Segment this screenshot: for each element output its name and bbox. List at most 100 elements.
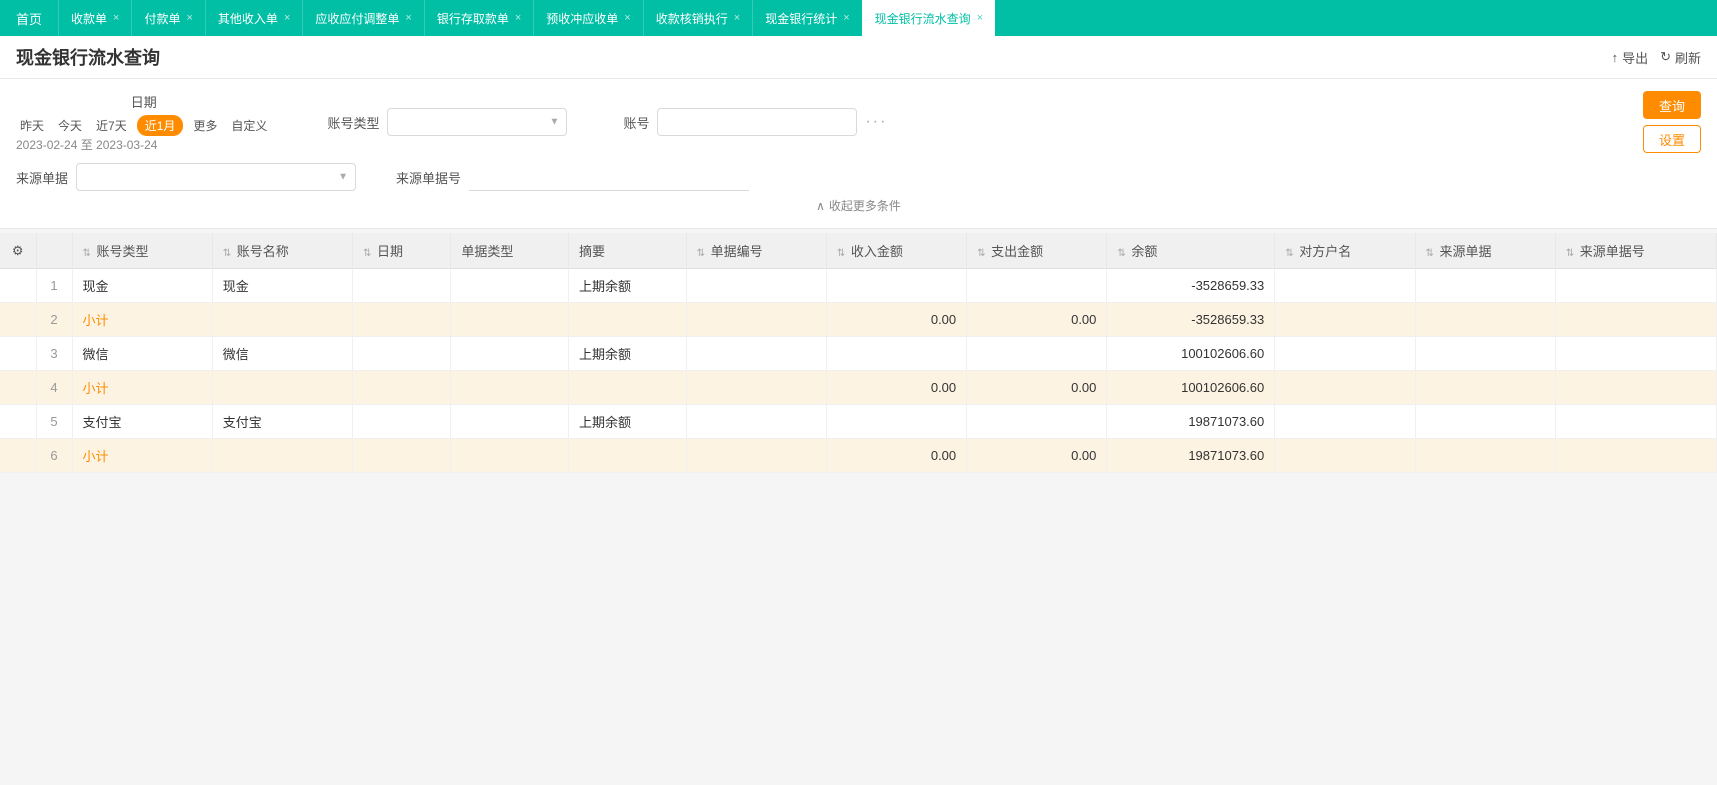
close-tab-cash-bank-flow[interactable]: × [977,12,983,24]
date-filter-options: 昨天 今天 近7天 近1月 更多 自定义 2023-02-24 至 2023-0… [16,115,271,153]
row-balance: 100102606.60 [1107,371,1275,405]
account-type-label: 账号类型 [327,113,379,132]
sort-icon-account-name: ⇅ [223,248,231,259]
date-btn-custom[interactable]: 自定义 [227,115,271,136]
th-doc-type[interactable]: 单据类型 [451,233,569,269]
th-source-doc[interactable]: ⇅ 来源单据 [1415,233,1555,269]
th-account-type[interactable]: ⇅ 账号类型 [72,233,212,269]
close-tab-receipt-verify[interactable]: × [734,12,740,24]
row-account-type: 小计 [72,371,212,405]
table-row: 1 现金 现金 上期余额 -3528659.33 [0,269,1717,303]
row-doc-type [451,337,569,371]
nav-tab-payments[interactable]: 付款单 × [131,0,204,36]
nav-home[interactable]: 首页 [0,0,58,36]
row-source-doc [1415,269,1555,303]
row-date [353,303,451,337]
account-type-select[interactable] [387,108,567,136]
row-balance: -3528659.33 [1107,303,1275,337]
row-account-type: 微信 [72,337,212,371]
nav-tab-receipt-verify[interactable]: 收款核销执行 × [643,0,752,36]
row-doc-no [686,371,826,405]
date-btn-1month[interactable]: 近1月 [137,115,184,136]
date-btn-more[interactable]: 更多 [189,115,221,136]
row-doc-no [686,405,826,439]
row-gear-cell [0,371,36,405]
th-num [36,233,72,269]
nav-tab-ar-ap-adj[interactable]: 应收应付调整单 × [302,0,423,36]
row-source-doc-no [1555,405,1716,439]
more-dots-icon[interactable]: ··· [865,113,887,131]
table-row: 3 微信 微信 上期余额 100102606.60 [0,337,1717,371]
row-gear-cell [0,303,36,337]
close-tab-payments[interactable]: × [186,12,192,24]
source-doc-no-input[interactable] [469,163,749,191]
row-doc-type [451,269,569,303]
date-btn-7days[interactable]: 近7天 [92,115,131,136]
nav-tab-cash-bank-stats[interactable]: 现金银行统计 × [752,0,861,36]
row-date [353,371,451,405]
account-no-label: 账号 [623,113,649,132]
row-doc-type [451,303,569,337]
th-counterparty[interactable]: ⇅ 对方户名 [1275,233,1415,269]
refresh-button[interactable]: ↻ 刷新 [1660,48,1701,67]
th-expense[interactable]: ⇅ 支出金额 [967,233,1107,269]
th-account-name[interactable]: ⇅ 账号名称 [212,233,352,269]
close-tab-other-income[interactable]: × [284,12,290,24]
row-balance: 19871073.60 [1107,439,1275,473]
export-button[interactable]: ↑ 导出 [1612,48,1649,67]
close-tab-prepaid[interactable]: × [624,12,630,24]
row-balance: 100102606.60 [1107,337,1275,371]
nav-tab-bank-deposit[interactable]: 银行存取款单 × [424,0,533,36]
close-tab-ar-ap-adj[interactable]: × [405,12,411,24]
th-date[interactable]: ⇅ 日期 [353,233,451,269]
row-income [826,405,966,439]
row-expense [967,405,1107,439]
row-source-doc [1415,303,1555,337]
th-summary[interactable]: 摘要 [569,233,687,269]
row-gear-cell [0,439,36,473]
row-counterparty [1275,371,1415,405]
close-tab-cash-bank-stats[interactable]: × [843,12,849,24]
query-button[interactable]: 查询 [1643,91,1701,119]
nav-tab-prepaid[interactable]: 预收冲应收单 × [533,0,642,36]
action-buttons: 查询 设置 [1643,91,1701,153]
source-doc-select-wrapper: ▼ [76,163,356,191]
collapse-bar[interactable]: ∧ 收起更多条件 [16,191,1701,216]
th-balance[interactable]: ⇅ 余额 [1107,233,1275,269]
source-doc-select[interactable] [76,163,356,191]
nav-tab-other-income[interactable]: 其他收入单 × [205,0,302,36]
row-num: 3 [36,337,72,371]
date-btn-yesterday[interactable]: 昨天 [16,115,48,136]
row-income: 0.00 [826,371,966,405]
row-source-doc-no [1555,269,1716,303]
nav-tab-receipts[interactable]: 收款单 × [58,0,131,36]
row-income [826,269,966,303]
date-btn-today[interactable]: 今天 [54,115,86,136]
th-income[interactable]: ⇅ 收入金额 [826,233,966,269]
filter-area: 日期 昨天 今天 近7天 近1月 更多 自定义 2023-02-24 至 202… [0,79,1717,229]
row-expense: 0.00 [967,303,1107,337]
close-tab-bank-deposit[interactable]: × [515,12,521,24]
th-source-doc-no[interactable]: ⇅ 来源单据号 [1555,233,1716,269]
row-counterparty [1275,303,1415,337]
close-tab-receipts[interactable]: × [113,12,119,24]
page-header: 现金银行流水查询 ↑ 导出 ↻ 刷新 [0,36,1717,79]
row-counterparty [1275,337,1415,371]
account-no-input[interactable] [657,108,857,136]
nav-tab-cash-bank-flow[interactable]: 现金银行流水查询 × [862,0,995,36]
row-doc-type [451,439,569,473]
refresh-icon: ↻ [1660,49,1671,65]
table-body: 1 现金 现金 上期余额 -3528659.33 2 小计 0.00 0.00 … [0,269,1717,473]
row-doc-type [451,371,569,405]
row-doc-type [451,405,569,439]
settings-button[interactable]: 设置 [1643,125,1701,153]
table-row: 6 小计 0.00 0.00 19871073.60 [0,439,1717,473]
row-gear-cell [0,405,36,439]
th-doc-no[interactable]: ⇅ 单据编号 [686,233,826,269]
row-account-name: 现金 [212,269,352,303]
th-gear[interactable]: ⚙ [0,233,36,269]
source-doc-no-label: 来源单据号 [396,168,461,187]
source-doc-filter: 来源单据 ▼ [16,163,356,191]
row-date [353,269,451,303]
row-summary: 上期余额 [569,269,687,303]
